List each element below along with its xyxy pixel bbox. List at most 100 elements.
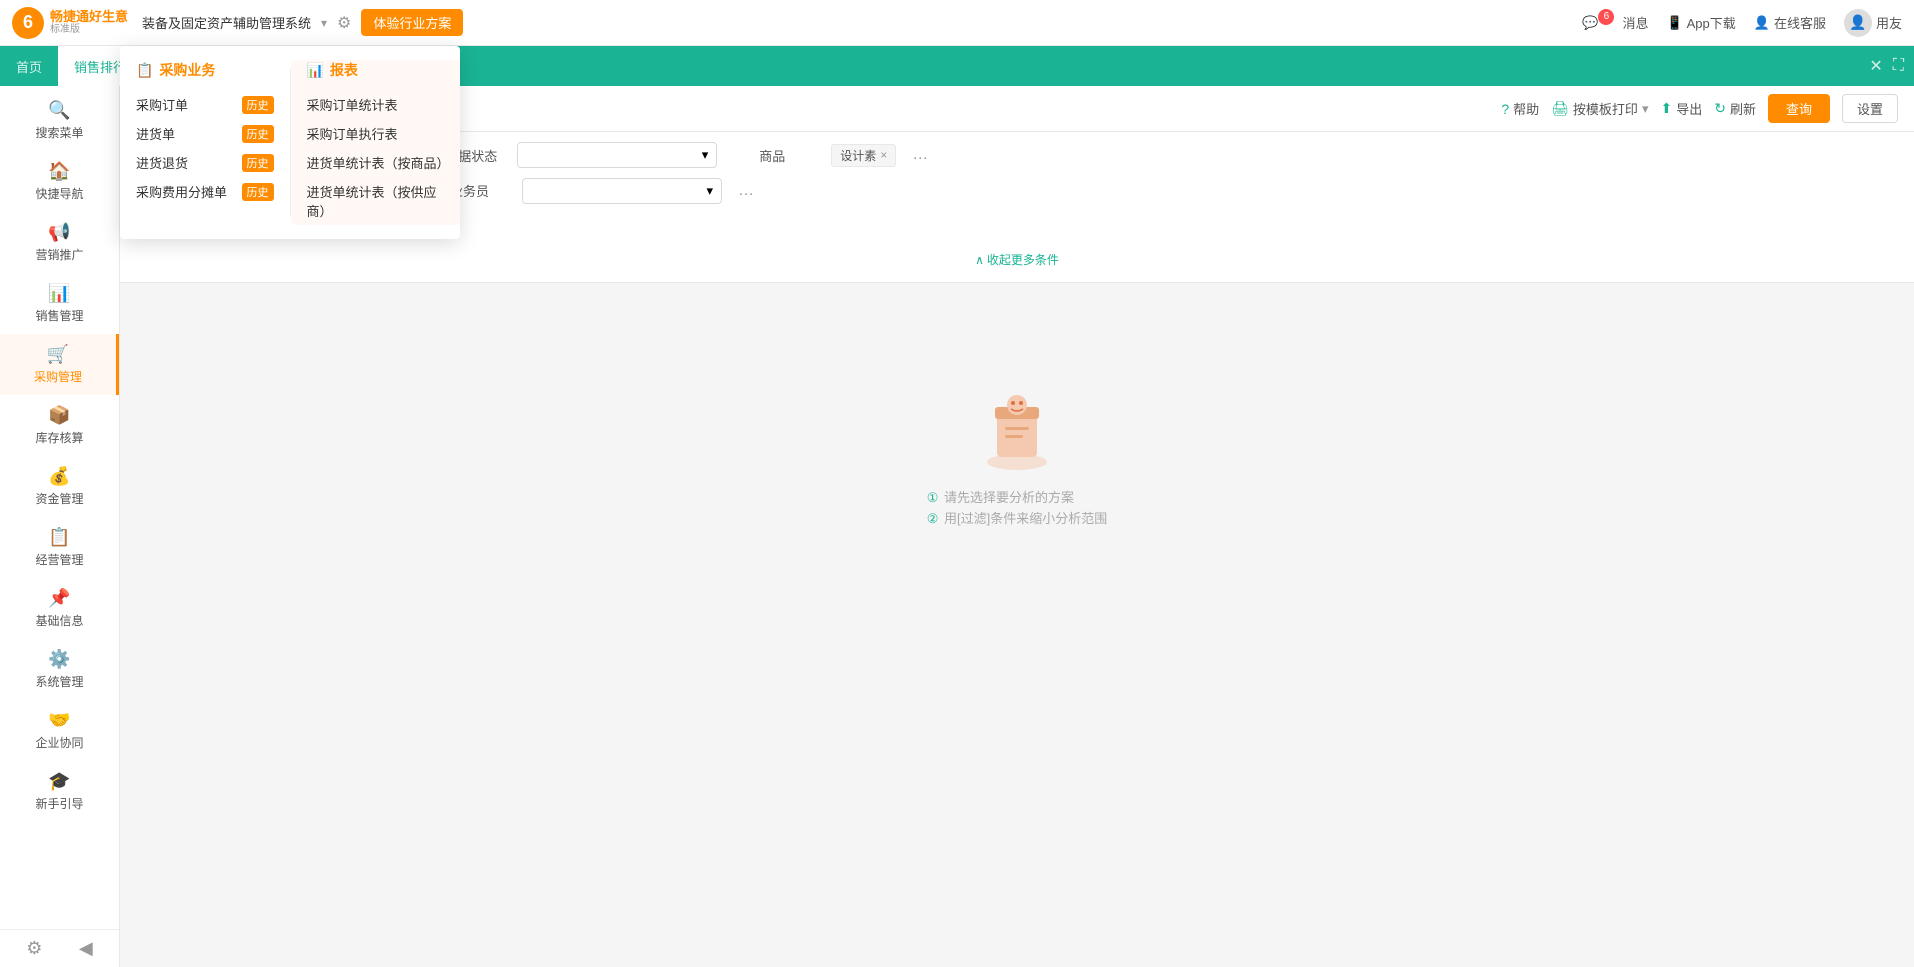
online-service-item[interactable]: 👤 在线客服 bbox=[1754, 13, 1826, 32]
collapse-btn[interactable]: ∧ 收起更多条件 bbox=[975, 251, 1059, 268]
user-name: 用友 bbox=[1876, 13, 1902, 32]
menu-item-purchase-in[interactable]: 进货单 历史 bbox=[136, 119, 274, 148]
sidebar-item-basic-info[interactable]: 📌 基础信息 bbox=[0, 578, 119, 639]
goods-tag-label: 设计素 bbox=[840, 147, 876, 164]
goods-tag-close[interactable]: × bbox=[880, 148, 887, 162]
sidebar-collapse-icon[interactable]: ◀ bbox=[79, 938, 93, 959]
sidebar-item-guide[interactable]: 🎓 新手引导 bbox=[0, 761, 119, 822]
header-settings-icon[interactable]: ⚙ bbox=[337, 13, 351, 33]
online-service-label: 在线客服 bbox=[1774, 13, 1826, 32]
help-icon: ? bbox=[1501, 101, 1509, 117]
template-print-action[interactable]: 🖨 按模板打印 ▾ bbox=[1551, 99, 1648, 118]
app-download-label: App下载 bbox=[1687, 13, 1736, 32]
phone-icon: 📱 bbox=[1666, 15, 1682, 31]
sidebar-finance-label: 资金管理 bbox=[35, 490, 83, 507]
report-order-exec-label: 采购订单执行表 bbox=[307, 124, 445, 143]
message-item[interactable]: 💬 6 消息 bbox=[1582, 13, 1648, 32]
menu-item-purchase-return[interactable]: 进货退货 历史 bbox=[136, 148, 274, 177]
sidebar-item-cooperation[interactable]: 🤝 企业协同 bbox=[0, 700, 119, 761]
salesman-dropdown-icon: ▾ bbox=[706, 183, 713, 199]
logo-main: 畅捷通好生意 bbox=[50, 9, 128, 25]
tab-home-label: 首页 bbox=[16, 57, 42, 76]
sidebar-item-search[interactable]: 🔍 搜索菜单 bbox=[0, 90, 119, 151]
sidebar-item-operations[interactable]: 📋 经营管理 bbox=[0, 517, 119, 578]
report-in-supplier-label: 进货单统计表（按供应商） bbox=[307, 182, 445, 220]
report-title-label: 报表 bbox=[330, 60, 358, 80]
inventory-icon: 📦 bbox=[48, 405, 70, 426]
menu-item-report-in-supplier[interactable]: 进货单统计表（按供应商） bbox=[307, 177, 445, 225]
collapse-label: 收起更多条件 bbox=[987, 251, 1059, 268]
purchase-in-history[interactable]: 历史 bbox=[242, 125, 274, 143]
message-label: 消息 bbox=[1622, 13, 1648, 32]
sidebar-settings-icon[interactable]: ⚙ bbox=[26, 938, 42, 959]
search-icon: 🔍 bbox=[48, 100, 70, 121]
industry-btn[interactable]: 体验行业方案 bbox=[361, 9, 463, 36]
empty-text-2-label: 用[过滤]条件来缩小分析范围 bbox=[944, 511, 1107, 526]
empty-text-1: ① 请先选择要分析的方案 bbox=[927, 487, 1108, 506]
sidebar: 🔍 搜索菜单 🏠 快捷导航 📢 营销推广 📊 销售管理 🛒 采购管理 📦 库存核… bbox=[0, 86, 120, 967]
system-icon: ⚙️ bbox=[48, 649, 70, 670]
menu-item-report-order-stat[interactable]: 采购订单统计表 bbox=[307, 90, 445, 119]
purchase-in-label: 进货单 bbox=[136, 124, 234, 143]
main-layout: 🔍 搜索菜单 🏠 快捷导航 📢 营销推广 📊 销售管理 🛒 采购管理 📦 库存核… bbox=[0, 86, 1914, 967]
export-action[interactable]: ⬆ 导出 bbox=[1660, 99, 1702, 118]
purchase-dropdown-menu: 📋 采购业务 采购订单 历史 进货单 历史 进货退货 历史 采购费用分摊单 bbox=[120, 46, 460, 239]
purchase-order-history[interactable]: 历史 bbox=[242, 96, 274, 114]
bill-status-select[interactable]: ▾ bbox=[517, 142, 717, 168]
finance-icon: 💰 bbox=[48, 466, 70, 487]
goods-tag: 设计素 × bbox=[831, 144, 896, 167]
home-icon: 🏠 bbox=[48, 161, 70, 182]
empty-text-1-label: 请先选择要分析的方案 bbox=[944, 490, 1074, 505]
salesman-more-icon[interactable]: … bbox=[734, 182, 758, 200]
user-item[interactable]: 👤 用友 bbox=[1844, 9, 1902, 37]
query-button[interactable]: 查询 bbox=[1768, 94, 1830, 123]
logo-area: 6 畅捷通好生意 标准版 bbox=[12, 7, 132, 39]
menu-item-report-order-exec[interactable]: 采购订单执行表 bbox=[307, 119, 445, 148]
sidebar-item-quicknav[interactable]: 🏠 快捷导航 bbox=[0, 151, 119, 212]
empty-illustration bbox=[967, 377, 1067, 477]
sidebar-bottom: ⚙ ◀ bbox=[0, 929, 119, 967]
help-action[interactable]: ? 帮助 bbox=[1501, 99, 1539, 118]
refresh-label: 刷新 bbox=[1730, 99, 1756, 118]
report-in-goods-label: 进货单统计表（按商品） bbox=[307, 153, 445, 172]
purchase-col-title: 📋 采购业务 bbox=[136, 60, 274, 80]
sidebar-basicinfo-label: 基础信息 bbox=[35, 612, 83, 629]
sidebar-quicknav-label: 快捷导航 bbox=[35, 185, 83, 202]
menu-item-report-in-goods[interactable]: 进货单统计表（按商品） bbox=[307, 148, 445, 177]
goods-more-icon[interactable]: … bbox=[908, 146, 932, 164]
refresh-icon: ↻ bbox=[1714, 100, 1726, 117]
user-avatar: 👤 bbox=[1844, 9, 1872, 37]
tab-home[interactable]: 首页 bbox=[0, 46, 58, 86]
system-dropdown-arrow[interactable]: ▾ bbox=[321, 16, 327, 30]
tab-close-window-icon[interactable]: ✕ bbox=[1869, 56, 1882, 76]
salesman-select[interactable]: ▾ bbox=[522, 178, 722, 204]
system-name: 装备及固定资产辅助管理系统 bbox=[142, 13, 311, 32]
sidebar-item-sales[interactable]: 📊 销售管理 bbox=[0, 273, 119, 334]
purchase-cost-history[interactable]: 历史 bbox=[242, 183, 274, 201]
settings-button[interactable]: 设置 bbox=[1842, 94, 1898, 123]
menu-item-purchase-order[interactable]: 采购订单 历史 bbox=[136, 90, 274, 119]
tab-maximize-icon[interactable]: ⛶ bbox=[1893, 57, 1904, 75]
export-icon: ⬆ bbox=[1660, 100, 1672, 117]
sidebar-item-marketing[interactable]: 📢 营销推广 bbox=[0, 212, 119, 273]
menu-item-purchase-cost[interactable]: 采购费用分摊单 历史 bbox=[136, 177, 274, 206]
help-label: 帮助 bbox=[1513, 99, 1539, 118]
sidebar-item-finance[interactable]: 💰 资金管理 bbox=[0, 456, 119, 517]
sidebar-item-system[interactable]: ⚙️ 系统管理 bbox=[0, 639, 119, 700]
print-dropdown-icon[interactable]: ▾ bbox=[1642, 101, 1649, 117]
filter-collapse-row: ∧ 收起更多条件 bbox=[136, 247, 1898, 272]
service-icon: 👤 bbox=[1754, 15, 1770, 31]
refresh-action[interactable]: ↻ 刷新 bbox=[1714, 99, 1756, 118]
menu-col-report: 📊 报表 采购订单统计表 采购订单执行表 进货单统计表（按商品） 进货单统计表（… bbox=[291, 60, 461, 225]
goods-label: 商品 bbox=[759, 146, 819, 165]
purchase-title-icon: 📋 bbox=[136, 62, 153, 79]
empty-state: ① 请先选择要分析的方案 ② 用[过滤]条件来缩小分析范围 bbox=[120, 283, 1914, 623]
purchase-return-history[interactable]: 历史 bbox=[242, 154, 274, 172]
sidebar-guide-label: 新手引导 bbox=[35, 795, 83, 812]
sidebar-inventory-label: 库存核算 bbox=[35, 429, 83, 446]
sidebar-item-purchase[interactable]: 🛒 采购管理 bbox=[0, 334, 119, 395]
app-download-item[interactable]: 📱 App下载 bbox=[1666, 13, 1735, 32]
sidebar-item-inventory[interactable]: 📦 库存核算 bbox=[0, 395, 119, 456]
header-middle: 装备及固定资产辅助管理系统 ▾ ⚙ 体验行业方案 bbox=[132, 9, 1582, 36]
cooperation-icon: 🤝 bbox=[48, 710, 70, 731]
